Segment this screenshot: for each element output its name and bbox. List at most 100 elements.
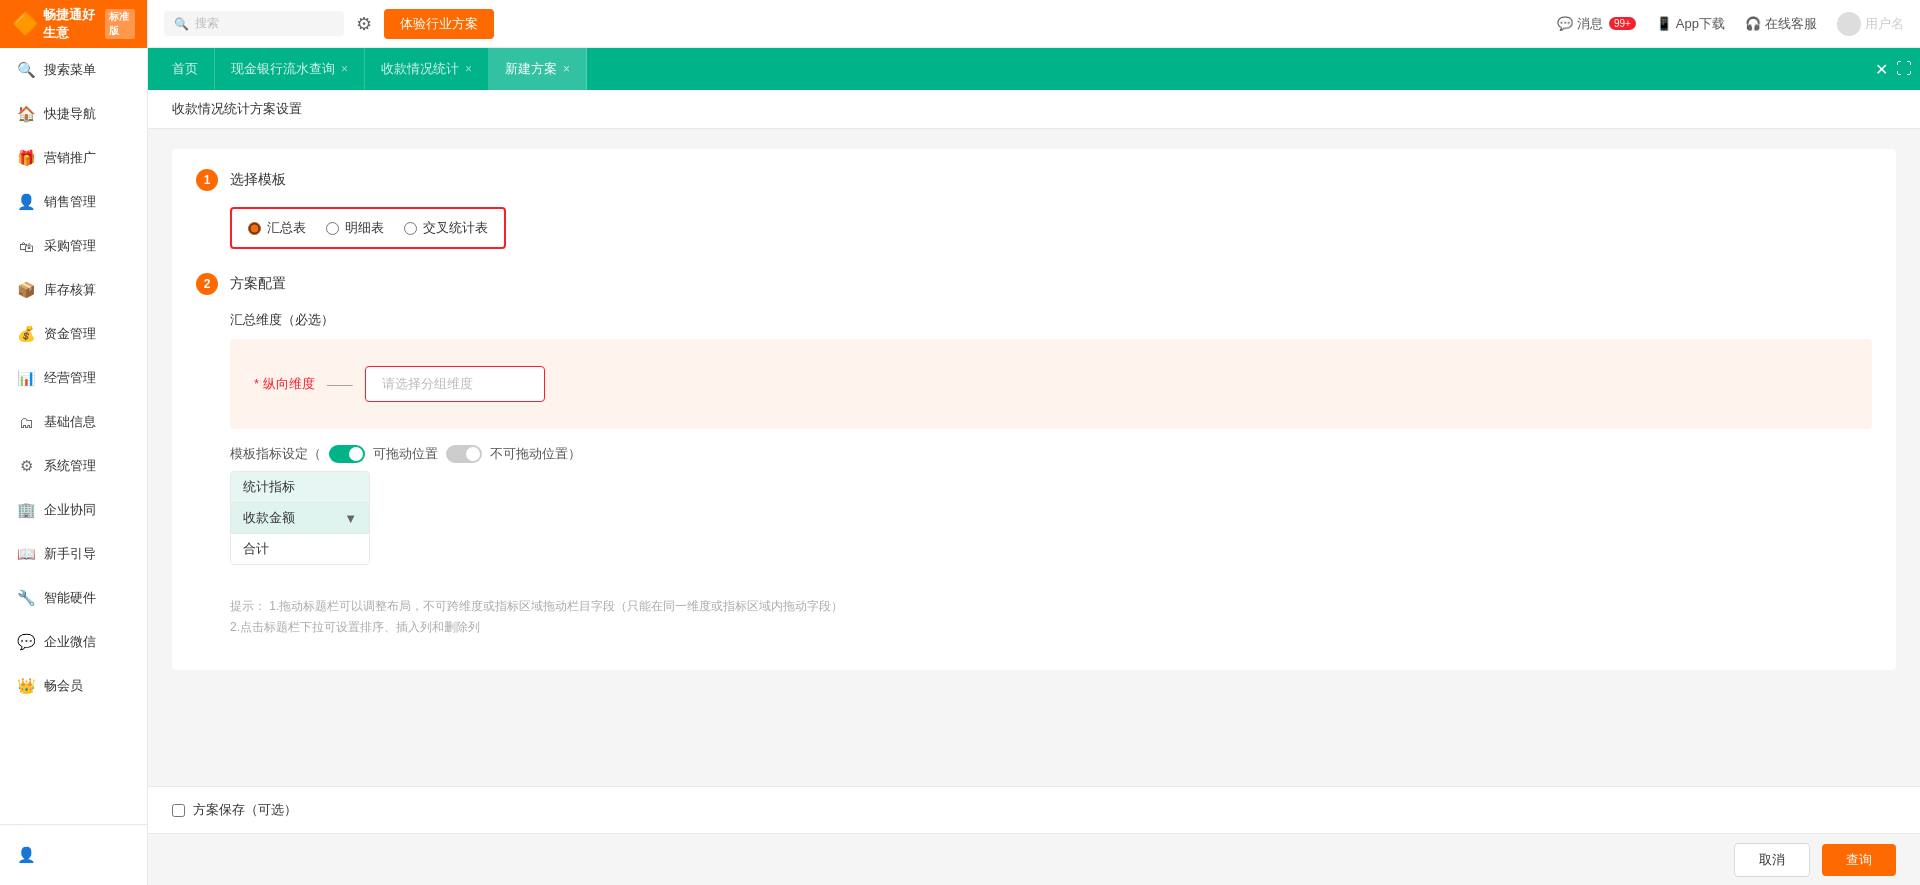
step1-circle: 1	[196, 169, 218, 191]
tab-label-new-plan: 新建方案	[505, 60, 557, 78]
sidebar: 🔶 畅捷通好生意 标准版 🔍 搜索菜单 🏠 快捷导航 🎁 营销推广 👤 销售管理…	[0, 0, 148, 885]
sidebar-item-extra1[interactable]: 👤	[0, 833, 147, 877]
industry-btn[interactable]: 体验行业方案	[384, 9, 494, 39]
sidebar-label-marketing: 营销推广	[44, 149, 96, 167]
tab-controls: ✕ ⛶	[1875, 60, 1912, 79]
topbar-search[interactable]: 🔍 搜索	[164, 11, 344, 36]
metrics-col-header[interactable]: 收款金额 ▼	[231, 503, 369, 534]
tab-close-collection-stat[interactable]: ×	[465, 62, 472, 76]
message-item[interactable]: 💬 消息 99+	[1557, 15, 1636, 33]
sidebar-icon-sales: 👤	[16, 192, 36, 212]
sidebar-item-vip-member[interactable]: 👑 畅会员	[0, 664, 147, 708]
sidebar-item-base-info[interactable]: 🗂 基础信息	[0, 400, 147, 444]
footer-bar: 取消 查询	[148, 833, 1920, 885]
sidebar-item-search-menu[interactable]: 🔍 搜索菜单	[0, 48, 147, 92]
sidebar-item-beginner-guide[interactable]: 📖 新手引导	[0, 532, 147, 576]
logo-badge: 标准版	[105, 9, 135, 39]
sidebar-icon-vip-member: 👑	[16, 676, 36, 696]
radio-detail[interactable]: 明细表	[326, 219, 384, 237]
sidebar-label-inventory: 库存核算	[44, 281, 96, 299]
gear-icon[interactable]: ⚙	[356, 13, 372, 35]
sidebar-item-business[interactable]: 📊 经营管理	[0, 356, 147, 400]
sidebar-icon-base-info: 🗂	[16, 412, 36, 432]
metrics-row-total: 合计	[231, 534, 369, 564]
message-badge: 99+	[1609, 17, 1636, 30]
metrics-table: 统计指标 收款金额 ▼ 合计	[230, 471, 370, 565]
sidebar-label-sys-manage: 系统管理	[44, 457, 96, 475]
main-area: 🔍 搜索 ⚙ 体验行业方案 💬 消息 99+ 📱 App下载 🎧 在线客服 用户…	[148, 0, 1920, 885]
tip-row-2: 2.点击标题栏下拉可设置排序、插入列和删除列	[230, 619, 1872, 636]
sidebar-icon-beginner-guide: 📖	[16, 544, 36, 564]
vertical-dim-label: * 纵向维度	[254, 375, 315, 393]
radio-cross-input[interactable]	[404, 222, 417, 235]
search-icon: 🔍	[174, 17, 189, 31]
sidebar-icon-quick-nav: 🏠	[16, 104, 36, 124]
sidebar-label-base-info: 基础信息	[44, 413, 96, 431]
search-placeholder: 搜索	[195, 15, 219, 32]
sidebar-item-enterprise-coop[interactable]: 🏢 企业协同	[0, 488, 147, 532]
username-label: 用户名	[1865, 15, 1904, 33]
sidebar-icon-search-menu: 🔍	[16, 60, 36, 80]
sidebar-icon-smart-hardware: 🔧	[16, 588, 36, 608]
message-label: 消息	[1577, 15, 1603, 33]
metrics-section: 模板指标设定（ 可拖动位置 不可拖动位置） 统计指标 收款金额	[230, 445, 1872, 568]
user-profile[interactable]: 用户名	[1837, 12, 1904, 36]
template-select-group: 汇总表 明细表 交叉统计表	[230, 207, 506, 249]
service-item[interactable]: 🎧 在线客服	[1745, 15, 1817, 33]
radio-summary[interactable]: 汇总表	[248, 219, 306, 237]
close-window-icon[interactable]: ✕	[1875, 60, 1888, 79]
download-label: App下载	[1676, 15, 1725, 33]
sidebar-icon-inventory: 📦	[16, 280, 36, 300]
sidebar-item-smart-hardware[interactable]: 🔧 智能硬件	[0, 576, 147, 620]
sidebar-item-purchase[interactable]: 🛍 采购管理	[0, 224, 147, 268]
sidebar-item-inventory[interactable]: 📦 库存核算	[0, 268, 147, 312]
query-button[interactable]: 查询	[1822, 844, 1896, 876]
sidebar-label-sales: 销售管理	[44, 193, 96, 211]
tab-bank-flow[interactable]: 现金银行流水查询 ×	[215, 48, 365, 90]
tab-home[interactable]: 首页	[156, 48, 215, 90]
logo-text: 畅捷通好生意	[43, 6, 101, 42]
tab-close-new-plan[interactable]: ×	[563, 62, 570, 76]
download-item[interactable]: 📱 App下载	[1656, 15, 1725, 33]
cancel-button[interactable]: 取消	[1734, 843, 1810, 877]
radio-cross[interactable]: 交叉统计表	[404, 219, 488, 237]
tip-row-1: 提示： 1.拖动标题栏可以调整布局，不可跨维度或指标区域拖动栏目字段（只能在同一…	[230, 598, 1872, 615]
sidebar-icon-enterprise-wechat: 💬	[16, 632, 36, 652]
sidebar-label-enterprise-coop: 企业协同	[44, 501, 96, 519]
metrics-row-label: 合计	[243, 541, 269, 556]
sidebar-label-capital: 资金管理	[44, 325, 96, 343]
tab-new-plan[interactable]: 新建方案 ×	[489, 48, 587, 90]
tab-label-bank-flow: 现金银行流水查询	[231, 60, 335, 78]
sidebar-item-sys-manage[interactable]: ⚙ 系统管理	[0, 444, 147, 488]
save-checkbox[interactable]	[172, 804, 185, 817]
radio-summary-input[interactable]	[248, 222, 261, 235]
dimension-title: 汇总维度（必选）	[230, 311, 1872, 329]
sidebar-item-sales[interactable]: 👤 销售管理	[0, 180, 147, 224]
sidebar-label-enterprise-wechat: 企业微信	[44, 633, 96, 651]
vertical-dim-row: * 纵向维度 —— 请选择分组维度	[254, 366, 545, 402]
sidebar-label-quick-nav: 快捷导航	[44, 105, 96, 123]
tab-close-bank-flow[interactable]: ×	[341, 62, 348, 76]
step2-header: 2 方案配置	[196, 273, 1872, 295]
sidebar-item-quick-nav[interactable]: 🏠 快捷导航	[0, 92, 147, 136]
toggle-movable[interactable]	[329, 445, 365, 463]
page-header: 收款情况统计方案设置	[148, 90, 1920, 129]
chevron-down-icon[interactable]: ▼	[344, 511, 357, 526]
message-icon: 💬	[1557, 16, 1573, 31]
topbar-right: 💬 消息 99+ 📱 App下载 🎧 在线客服 用户名	[1557, 12, 1904, 36]
vertical-dim-select[interactable]: 请选择分组维度	[365, 366, 545, 402]
avatar	[1837, 12, 1861, 36]
maximize-icon[interactable]: ⛶	[1896, 60, 1912, 78]
radio-detail-input[interactable]	[326, 222, 339, 235]
sidebar-icon-capital: 💰	[16, 324, 36, 344]
sidebar-item-marketing[interactable]: 🎁 营销推广	[0, 136, 147, 180]
step2-label: 方案配置	[230, 275, 286, 293]
sidebar-label-purchase: 采购管理	[44, 237, 96, 255]
form-body: 1 选择模板 汇总表 明细表	[148, 129, 1920, 786]
tab-collection-stat[interactable]: 收款情况统计×	[365, 48, 489, 90]
sidebar-label-beginner-guide: 新手引导	[44, 545, 96, 563]
sidebar-item-enterprise-wechat[interactable]: 💬 企业微信	[0, 620, 147, 664]
sidebar-item-capital[interactable]: 💰 资金管理	[0, 312, 147, 356]
tips-section: 提示： 1.拖动标题栏可以调整布局，不可跨维度或指标区域拖动栏目字段（只能在同一…	[230, 588, 1872, 650]
topbar: 🔍 搜索 ⚙ 体验行业方案 💬 消息 99+ 📱 App下载 🎧 在线客服 用户…	[148, 0, 1920, 48]
